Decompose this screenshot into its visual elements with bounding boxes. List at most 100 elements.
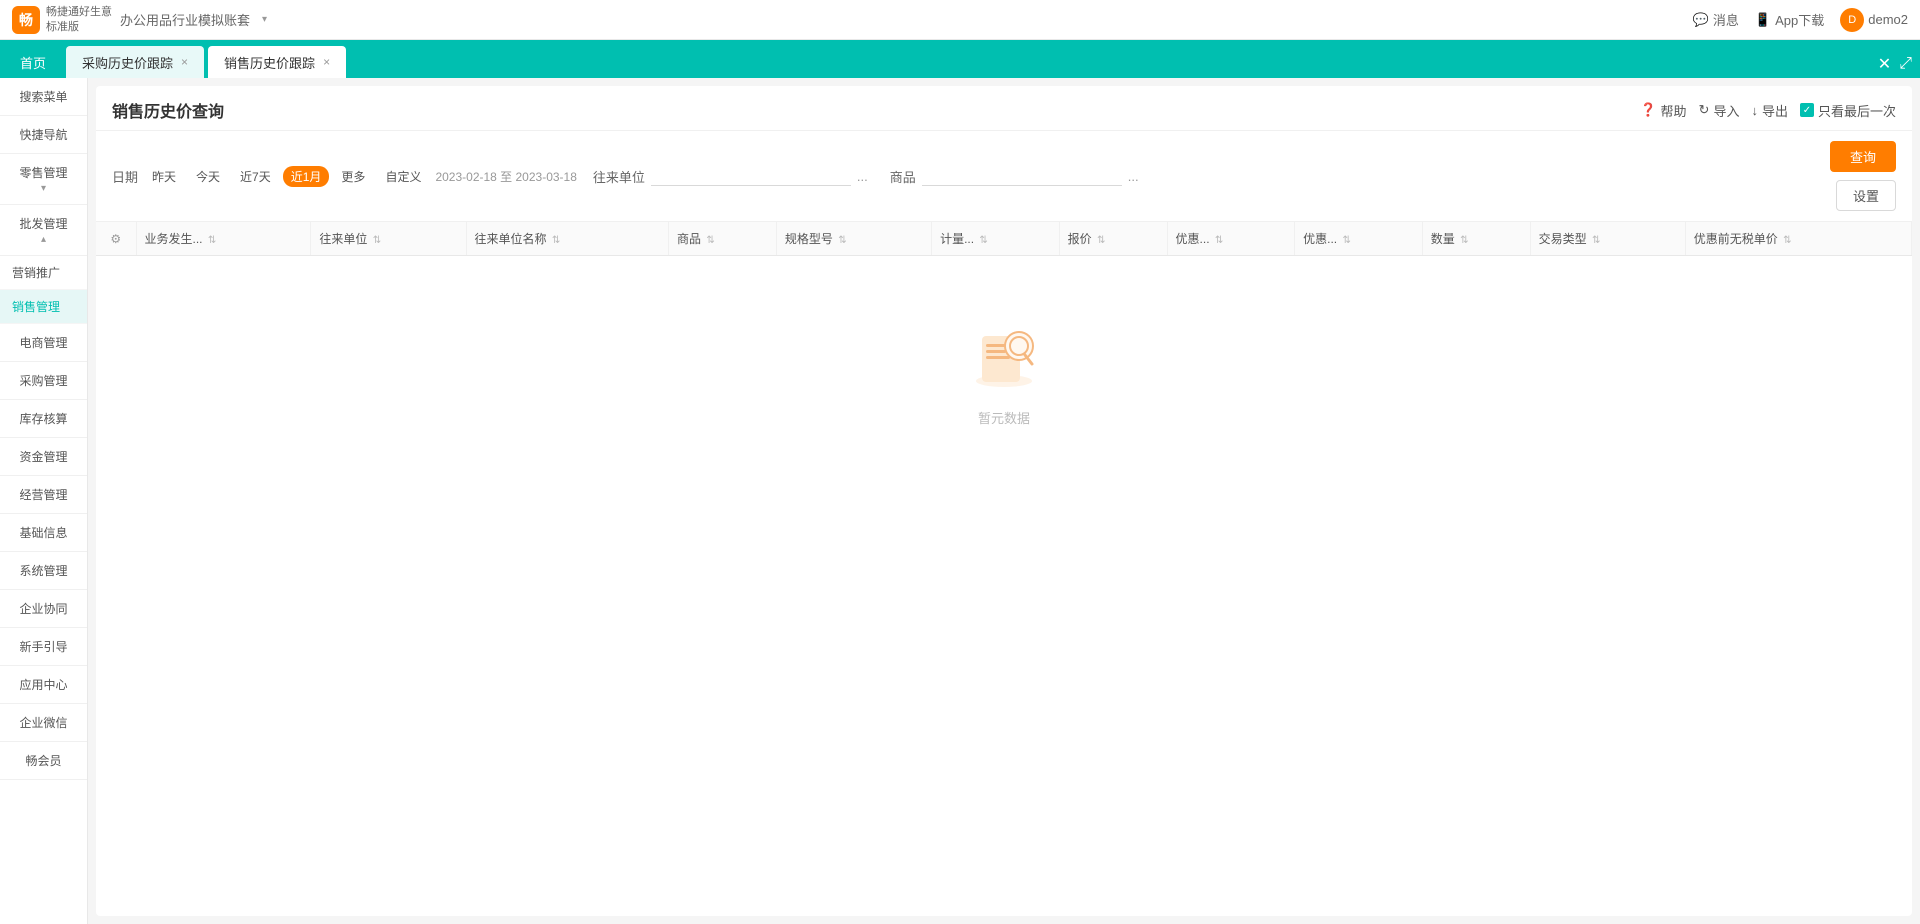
- page-container: 销售历史价查询 ❓ 帮助 ↻ 导入 ↓ 导出 ✓: [96, 86, 1912, 916]
- sort-product-icon: ⇅: [706, 235, 714, 246]
- help-icon: ❓: [1640, 102, 1656, 118]
- th-quantity[interactable]: 数量 ⇅: [1422, 222, 1530, 256]
- wholesale-label: 批发管理: [19, 215, 67, 232]
- th-pre-tax-price[interactable]: 优惠前无税单价 ⇅: [1685, 222, 1911, 256]
- date-btn-yesterday[interactable]: 昨天: [144, 166, 184, 187]
- product-label: 商品: [890, 167, 916, 186]
- sort-partner-code-icon: ⇅: [373, 235, 381, 246]
- message-icon: 💬: [1693, 12, 1709, 28]
- sidebar-sub-sales-mgmt[interactable]: 销售管理: [0, 290, 87, 324]
- tab-home-label: 首页: [20, 53, 46, 72]
- only-last-checkbox-area[interactable]: ✓ 只看最后一次: [1800, 101, 1896, 120]
- sidebar-item-ecommerce[interactable]: 电商管理: [0, 324, 87, 362]
- member-label: 畅会员: [25, 752, 61, 769]
- sort-trade-type-icon: ⇅: [1592, 235, 1600, 246]
- import-icon: ↻: [1699, 102, 1710, 118]
- date-btn-custom[interactable]: 自定义: [377, 166, 429, 187]
- table-container: ⚙ 业务发生... ⇅ 往来单位 ⇅ 往来单位名称 ⇅: [96, 222, 1912, 916]
- product-ellipsis[interactable]: ...: [1128, 169, 1139, 184]
- marketing-label: 营销推广: [12, 266, 60, 280]
- th-quote[interactable]: 报价 ⇅: [1059, 222, 1167, 256]
- query-button[interactable]: 查询: [1830, 141, 1896, 172]
- date-btn-1month[interactable]: 近1月: [283, 166, 330, 187]
- date-btn-7days[interactable]: 近7天: [232, 166, 279, 187]
- empty-text: 暂元数据: [978, 408, 1030, 427]
- tab-home[interactable]: 首页: [4, 46, 62, 78]
- sidebar: 搜索菜单 快捷导航 零售管理 ▾ 批发管理 ▴ 营销推广 销售管理 电商管理 采…: [0, 78, 88, 924]
- sort-pre-tax-icon: ⇅: [1783, 235, 1791, 246]
- th-biz-date[interactable]: 业务发生... ⇅: [136, 222, 311, 256]
- search-menu-label: 搜索菜单: [19, 88, 67, 105]
- help-btn[interactable]: ❓ 帮助: [1640, 101, 1686, 120]
- sidebar-item-retail[interactable]: 零售管理 ▾: [0, 154, 87, 205]
- tab-sales-history[interactable]: 销售历史价跟踪 ×: [208, 46, 346, 78]
- sort-partner-name-icon: ⇅: [552, 235, 560, 246]
- tab-sales-close-icon[interactable]: ×: [323, 55, 330, 69]
- message-btn[interactable]: 💬 消息: [1693, 10, 1739, 29]
- th-discount2[interactable]: 优惠... ⇅: [1295, 222, 1423, 256]
- retail-label: 零售管理: [19, 164, 67, 181]
- sort-biz-date-icon: ⇅: [208, 235, 216, 246]
- sidebar-item-finance[interactable]: 资金管理: [0, 438, 87, 476]
- sidebar-item-enterprise[interactable]: 企业协同: [0, 590, 87, 628]
- sidebar-item-wholesale[interactable]: 批发管理 ▴: [0, 205, 87, 256]
- wholesale-arrow-icon: ▴: [41, 234, 46, 245]
- sort-discount2-icon: ⇅: [1342, 235, 1350, 246]
- sidebar-item-basic-info[interactable]: 基础信息: [0, 514, 87, 552]
- only-last-checkbox[interactable]: ✓: [1800, 103, 1814, 117]
- sort-discount1-icon: ⇅: [1215, 235, 1223, 246]
- sidebar-item-search-menu[interactable]: 搜索菜单: [0, 78, 87, 116]
- sidebar-sub-marketing[interactable]: 营销推广: [0, 256, 87, 290]
- sidebar-item-purchase[interactable]: 采购管理: [0, 362, 87, 400]
- sidebar-item-inventory[interactable]: 库存核算: [0, 400, 87, 438]
- sort-unit-icon: ⇅: [979, 235, 987, 246]
- sidebar-item-member[interactable]: 畅会员: [0, 742, 87, 780]
- th-trade-type[interactable]: 交易类型 ⇅: [1530, 222, 1685, 256]
- th-discount1[interactable]: 优惠... ⇅: [1167, 222, 1295, 256]
- tab-purchase-history[interactable]: 采购历史价跟踪 ×: [66, 46, 204, 78]
- user-menu[interactable]: D demo2: [1840, 8, 1908, 32]
- th-partner-name[interactable]: 往来单位名称 ⇅: [466, 222, 668, 256]
- export-btn[interactable]: ↓ 导出: [1751, 101, 1788, 120]
- th-spec[interactable]: 规格型号 ⇅: [776, 222, 931, 256]
- top-bar-right: 💬 消息 📱 App下载 D demo2: [1693, 8, 1908, 32]
- th-product[interactable]: 商品 ⇅: [669, 222, 777, 256]
- table-header-row: ⚙ 业务发生... ⇅ 往来单位 ⇅ 往来单位名称 ⇅: [96, 222, 1912, 256]
- sidebar-item-app-center[interactable]: 应用中心: [0, 666, 87, 704]
- download-btn[interactable]: 📱 App下载: [1755, 10, 1824, 29]
- page-header-actions: ❓ 帮助 ↻ 导入 ↓ 导出 ✓ 只看最后一次: [1640, 101, 1896, 120]
- settings-button[interactable]: 设置: [1836, 180, 1896, 211]
- logo-icon: 畅: [12, 6, 40, 34]
- sort-quantity-icon: ⇅: [1460, 235, 1468, 246]
- import-btn[interactable]: ↻ 导入: [1699, 101, 1740, 120]
- dropdown-icon[interactable]: ▾: [262, 14, 267, 25]
- sidebar-item-guide[interactable]: 新手引导: [0, 628, 87, 666]
- th-partner-code[interactable]: 往来单位 ⇅: [311, 222, 466, 256]
- date-btn-more[interactable]: 更多: [333, 166, 373, 187]
- close-all-icon[interactable]: ✕: [1878, 54, 1891, 74]
- partner-ellipsis[interactable]: ...: [857, 169, 868, 184]
- logo-text: 畅捷通好生意 标准版: [46, 5, 112, 34]
- empty-icon: [964, 316, 1044, 396]
- operations-label: 经营管理: [19, 486, 67, 503]
- wechat-label: 企业微信: [19, 714, 67, 731]
- tab-purchase-close-icon[interactable]: ×: [181, 55, 188, 69]
- partner-filter-group: 往来单位 ... 商品 ...: [593, 166, 1814, 186]
- sidebar-item-system[interactable]: 系统管理: [0, 552, 87, 590]
- product-input[interactable]: [922, 166, 1122, 186]
- th-unit[interactable]: 计量... ⇅: [932, 222, 1060, 256]
- date-options: 昨天 今天 近7天 近1月 更多 自定义: [144, 166, 429, 187]
- sidebar-item-quick-nav[interactable]: 快捷导航: [0, 116, 87, 154]
- sidebar-item-operations[interactable]: 经营管理: [0, 476, 87, 514]
- ecommerce-label: 电商管理: [19, 334, 67, 351]
- export-icon: ↓: [1751, 103, 1758, 118]
- fullscreen-icon[interactable]: ⤢: [1899, 55, 1912, 73]
- th-settings[interactable]: ⚙: [96, 222, 136, 256]
- partner-input[interactable]: [651, 166, 851, 186]
- page-title: 销售历史价查询: [112, 98, 224, 122]
- sidebar-item-wechat[interactable]: 企业微信: [0, 704, 87, 742]
- purchase-label: 采购管理: [19, 372, 67, 389]
- main-layout: 搜索菜单 快捷导航 零售管理 ▾ 批发管理 ▴ 营销推广 销售管理 电商管理 采…: [0, 78, 1920, 924]
- date-btn-today[interactable]: 今天: [188, 166, 228, 187]
- tab-purchase-history-label: 采购历史价跟踪: [82, 53, 173, 72]
